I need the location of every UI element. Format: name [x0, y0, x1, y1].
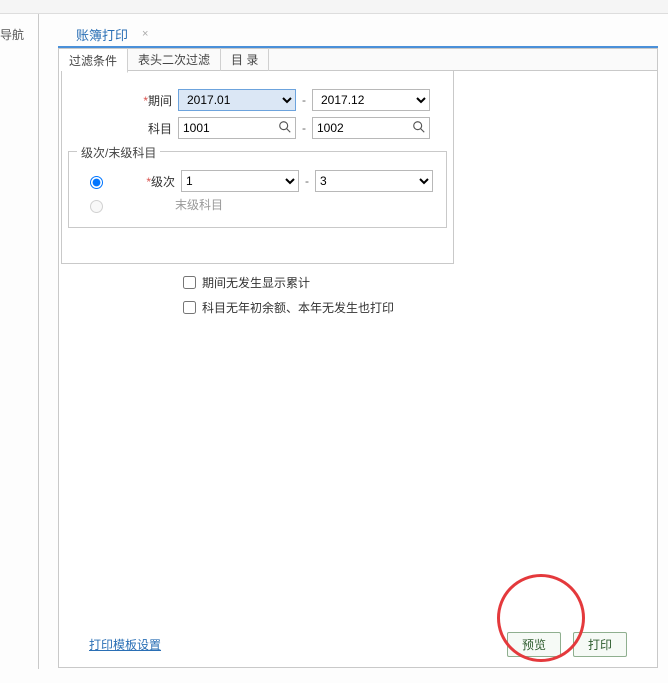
nav-label: 导航	[0, 26, 24, 43]
tab-toc[interactable]: 目 录	[221, 48, 269, 71]
dash: -	[305, 174, 309, 188]
subject-from-input[interactable]	[178, 117, 296, 139]
period-label: *期间	[122, 92, 172, 109]
dash: -	[302, 121, 306, 135]
checkbox-cumulative-label: 期间无发生显示累计	[202, 274, 310, 291]
level-fieldset: 级次/末级科目 *级次 1 - 3 末级科目	[68, 151, 447, 228]
sub-tab-bar: 过滤条件 表头二次过滤 目 录	[59, 49, 657, 71]
subject-row: 科目 -	[122, 117, 453, 139]
tab-ledger-print[interactable]: 账簿打印	[70, 22, 134, 47]
filter-panel: *期间 2017.01 - 2017.12 科目 -	[61, 71, 454, 264]
leaf-label: 末级科目	[175, 196, 223, 213]
fieldset-legend: 级次/末级科目	[77, 144, 160, 161]
bottom-bar: 打印模板设置 预览 打印	[59, 632, 657, 657]
period-row: *期间 2017.01 - 2017.12	[122, 89, 453, 111]
leaf-radio[interactable]	[90, 200, 103, 213]
top-bar	[0, 0, 668, 14]
checkbox-cumulative[interactable]	[183, 276, 196, 289]
checkbox-no-opening-label: 科目无年初余额、本年无发生也打印	[202, 299, 394, 316]
preview-button[interactable]: 预览	[507, 632, 561, 657]
left-divider	[38, 14, 39, 669]
checkbox-no-opening-row: 科目无年初余额、本年无发生也打印	[179, 298, 394, 317]
button-group: 预览 打印	[507, 632, 627, 657]
subject-label: 科目	[122, 120, 172, 137]
tab-filter[interactable]: 过滤条件	[59, 48, 128, 73]
content-frame: 过滤条件 表头二次过滤 目 录 *期间 2017.01 - 2017.12 科目	[58, 48, 658, 668]
level-from-select[interactable]: 1	[181, 170, 299, 192]
level-radio[interactable]	[90, 176, 103, 189]
level-row: *级次 1 - 3	[85, 170, 442, 192]
template-settings-link[interactable]: 打印模板设置	[89, 636, 161, 653]
period-from-select[interactable]: 2017.01	[178, 89, 296, 111]
print-button[interactable]: 打印	[573, 632, 627, 657]
dash: -	[302, 93, 306, 107]
leaf-row: 末级科目	[85, 196, 442, 213]
checkbox-no-opening[interactable]	[183, 301, 196, 314]
tab-header-secondary[interactable]: 表头二次过滤	[128, 48, 221, 71]
main-tab-row: 账簿打印 ×	[58, 22, 658, 48]
level-to-select[interactable]: 3	[315, 170, 433, 192]
period-to-select[interactable]: 2017.12	[312, 89, 430, 111]
close-icon[interactable]: ×	[142, 28, 148, 40]
subject-to-input[interactable]	[312, 117, 430, 139]
level-label: *级次	[125, 173, 175, 190]
checkbox-cumulative-row: 期间无发生显示累计	[179, 273, 394, 292]
